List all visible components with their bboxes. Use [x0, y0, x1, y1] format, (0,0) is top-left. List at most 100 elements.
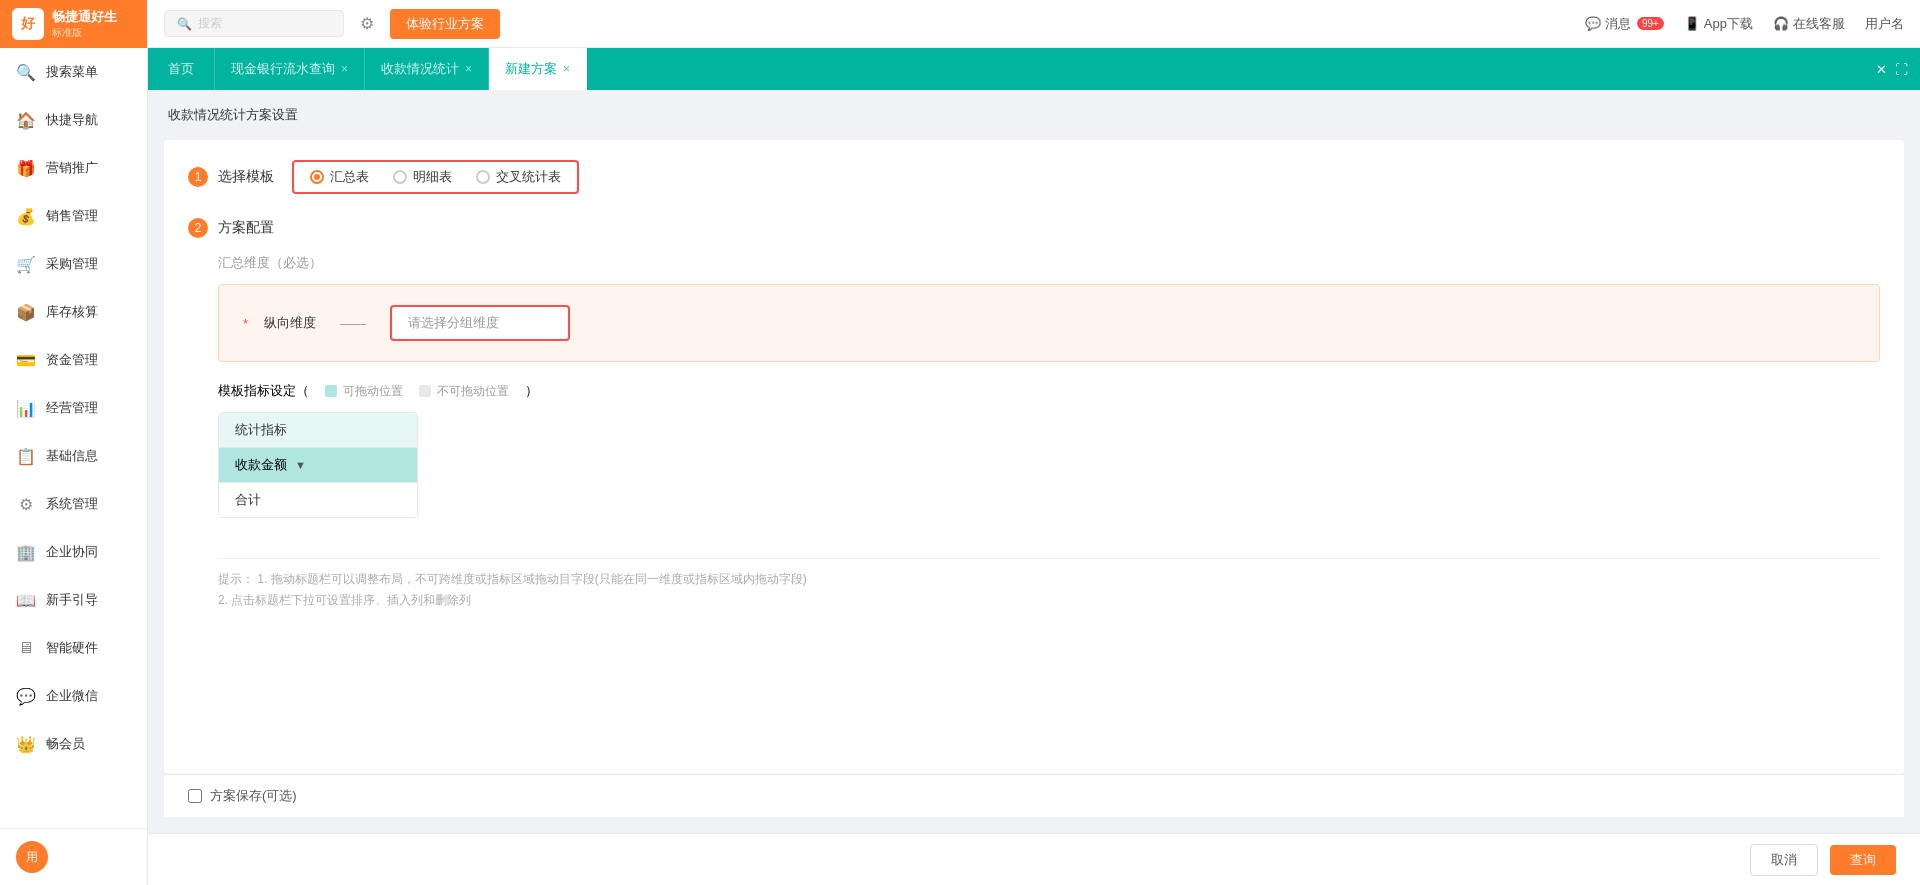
tab-new-plan-close-icon[interactable]: ×: [563, 62, 570, 76]
radio-detail[interactable]: 明细表: [393, 168, 452, 186]
row-dimension-label: 纵向维度: [264, 314, 316, 332]
step1-section: 1 选择模板 汇总表 明细表 交叉统计表: [188, 160, 1880, 194]
radio-summary-dot: [310, 170, 324, 184]
tab-collection-label: 收款情况统计: [381, 60, 459, 78]
radio-summary-label: 汇总表: [330, 168, 369, 186]
wechat-icon: 💬: [16, 687, 36, 706]
sidebar-item-label: 快捷导航: [46, 111, 98, 129]
metrics-row-label: 合计: [235, 492, 261, 507]
radio-cross[interactable]: 交叉统计表: [476, 168, 561, 186]
sidebar-item-system[interactable]: ⚙ 系统管理: [0, 480, 147, 528]
avatar: 用: [16, 841, 48, 873]
dimension-row: * 纵向维度 —— 请选择分组维度: [243, 305, 1855, 341]
dimension-select[interactable]: 请选择分组维度: [390, 305, 570, 341]
username-label: 用户名: [1865, 15, 1904, 33]
dimension-placeholder: 请选择分组维度: [408, 314, 499, 332]
sidebar-item-sales[interactable]: 💰 销售管理: [0, 192, 147, 240]
header-search[interactable]: 🔍 搜索: [164, 10, 344, 37]
tip-line2: 2. 点击标题栏下拉可设置排序、插入列和删除列: [218, 592, 1880, 609]
sidebar-item-member[interactable]: 👑 畅会员: [0, 720, 147, 768]
sidebar-item-label: 资金管理: [46, 351, 98, 369]
sidebar-item-enterprise[interactable]: 🏢 企业协同: [0, 528, 147, 576]
metrics-table: 统计指标 收款金额 ▼ 合计: [218, 412, 418, 518]
cancel-button[interactable]: 取消: [1750, 844, 1818, 876]
step2-header: 2 方案配置: [188, 218, 1880, 238]
sidebar-item-label: 畅会员: [46, 735, 85, 753]
tab-new-plan[interactable]: 新建方案 ×: [489, 48, 587, 90]
logo-icon: 好: [12, 8, 44, 40]
arrow-icon: ——: [340, 316, 366, 331]
trial-button[interactable]: 体验行业方案: [390, 9, 500, 39]
sidebar-item-label: 新手引导: [46, 591, 98, 609]
step2-num: 2: [188, 218, 208, 238]
save-checkbox[interactable]: [188, 789, 202, 803]
action-bar: 取消 查询: [148, 833, 1920, 885]
sidebar-item-label: 智能硬件: [46, 639, 98, 657]
footer-area: 方案保存(可选): [164, 774, 1904, 817]
sidebar: 好 畅捷通好生 标准版 🔍 搜索菜单 🏠 快捷导航 🎁 营销推广 💰 销售管理 …: [0, 0, 148, 885]
sidebar-item-basic-info[interactable]: 📋 基础信息: [0, 432, 147, 480]
sidebar-item-search-menu[interactable]: 🔍 搜索菜单: [0, 48, 147, 96]
metrics-label: 模板指标设定（: [218, 382, 309, 400]
download-icon: 📱: [1684, 16, 1700, 31]
basic-info-icon: 📋: [16, 447, 36, 466]
service-button[interactable]: 🎧 在线客服: [1773, 15, 1845, 33]
fixed-hint: 不可拖动位置: [419, 383, 509, 400]
dimension-section-title: 汇总维度（必选）: [218, 254, 1880, 272]
sidebar-item-quick-nav[interactable]: 🏠 快捷导航: [0, 96, 147, 144]
radio-summary[interactable]: 汇总表: [310, 168, 369, 186]
page-title: 收款情况统计方案设置: [164, 106, 1904, 124]
sidebar-item-capital[interactable]: 💳 资金管理: [0, 336, 147, 384]
tab-cashflow[interactable]: 现金银行流水查询 ×: [215, 48, 365, 90]
sidebar-item-operation[interactable]: 📊 经营管理: [0, 384, 147, 432]
marketing-icon: 🎁: [16, 159, 36, 178]
home-icon: 🏠: [16, 111, 36, 130]
metrics-dropdown-icon[interactable]: ▼: [295, 459, 306, 471]
tab-collection-close-icon[interactable]: ×: [465, 62, 472, 76]
radio-detail-label: 明细表: [413, 168, 452, 186]
tab-spacer: [587, 48, 1864, 90]
sidebar-item-wechat[interactable]: 💬 企业微信: [0, 672, 147, 720]
sidebar-item-label: 经营管理: [46, 399, 98, 417]
step2-section: 2 方案配置 汇总维度（必选） * 纵向维度 —— 请选: [188, 218, 1880, 609]
system-icon: ⚙: [16, 495, 36, 514]
download-button[interactable]: 📱 App下载: [1684, 15, 1753, 33]
query-button[interactable]: 查询: [1830, 845, 1896, 875]
step1-header: 1 选择模板 汇总表 明细表 交叉统计表: [188, 160, 1880, 194]
sidebar-logo: 好 畅捷通好生 标准版: [0, 0, 147, 48]
sidebar-item-inventory[interactable]: 📦 库存核算: [0, 288, 147, 336]
sidebar-item-marketing[interactable]: 🎁 营销推广: [0, 144, 147, 192]
sidebar-item-label: 采购管理: [46, 255, 98, 273]
tab-cashflow-label: 现金银行流水查询: [231, 60, 335, 78]
logo-text: 畅捷通好生: [52, 8, 117, 26]
message-icon: 💬: [1585, 16, 1601, 31]
radio-cross-label: 交叉统计表: [496, 168, 561, 186]
tab-collection[interactable]: 收款情况统计 ×: [365, 48, 489, 90]
tab-expand-icon[interactable]: ⛶: [1895, 62, 1908, 77]
metrics-close-paren: ）: [525, 382, 538, 400]
operation-icon: 📊: [16, 399, 36, 418]
capital-icon: 💳: [16, 351, 36, 370]
gear-icon[interactable]: ⚙: [360, 14, 374, 33]
metrics-row-cell: 合计: [219, 483, 417, 517]
sidebar-item-label: 搜索菜单: [46, 63, 98, 81]
fixed-label: 不可拖动位置: [437, 383, 509, 400]
message-label: 消息: [1605, 15, 1631, 33]
content-area: 收款情况统计方案设置 1 选择模板 汇总表 明细表: [148, 90, 1920, 833]
metrics-hint: 模板指标设定（ 可拖动位置 不可拖动位置 ）: [218, 382, 1880, 400]
radio-cross-dot: [476, 170, 490, 184]
tab-close-all-icon[interactable]: ✕: [1876, 62, 1887, 77]
tab-cashflow-close-icon[interactable]: ×: [341, 62, 348, 76]
message-button[interactable]: 💬 消息 99+: [1585, 15, 1664, 33]
sidebar-item-label: 系统管理: [46, 495, 98, 513]
sidebar-bottom: 用: [0, 828, 147, 885]
sidebar-item-label: 企业协同: [46, 543, 98, 561]
required-star: *: [243, 316, 248, 331]
top-header: 🔍 搜索 ⚙ 体验行业方案 💬 消息 99+ 📱 App下载 🎧 在线客服 用户…: [148, 0, 1920, 48]
tab-home[interactable]: 首页: [148, 48, 215, 90]
sidebar-item-purchase[interactable]: 🛒 采购管理: [0, 240, 147, 288]
sidebar-item-guide[interactable]: 📖 新手引导: [0, 576, 147, 624]
sidebar-item-hardware[interactable]: 🖥 智能硬件: [0, 624, 147, 672]
sidebar-item-label: 库存核算: [46, 303, 98, 321]
dimension-area: * 纵向维度 —— 请选择分组维度: [218, 284, 1880, 362]
